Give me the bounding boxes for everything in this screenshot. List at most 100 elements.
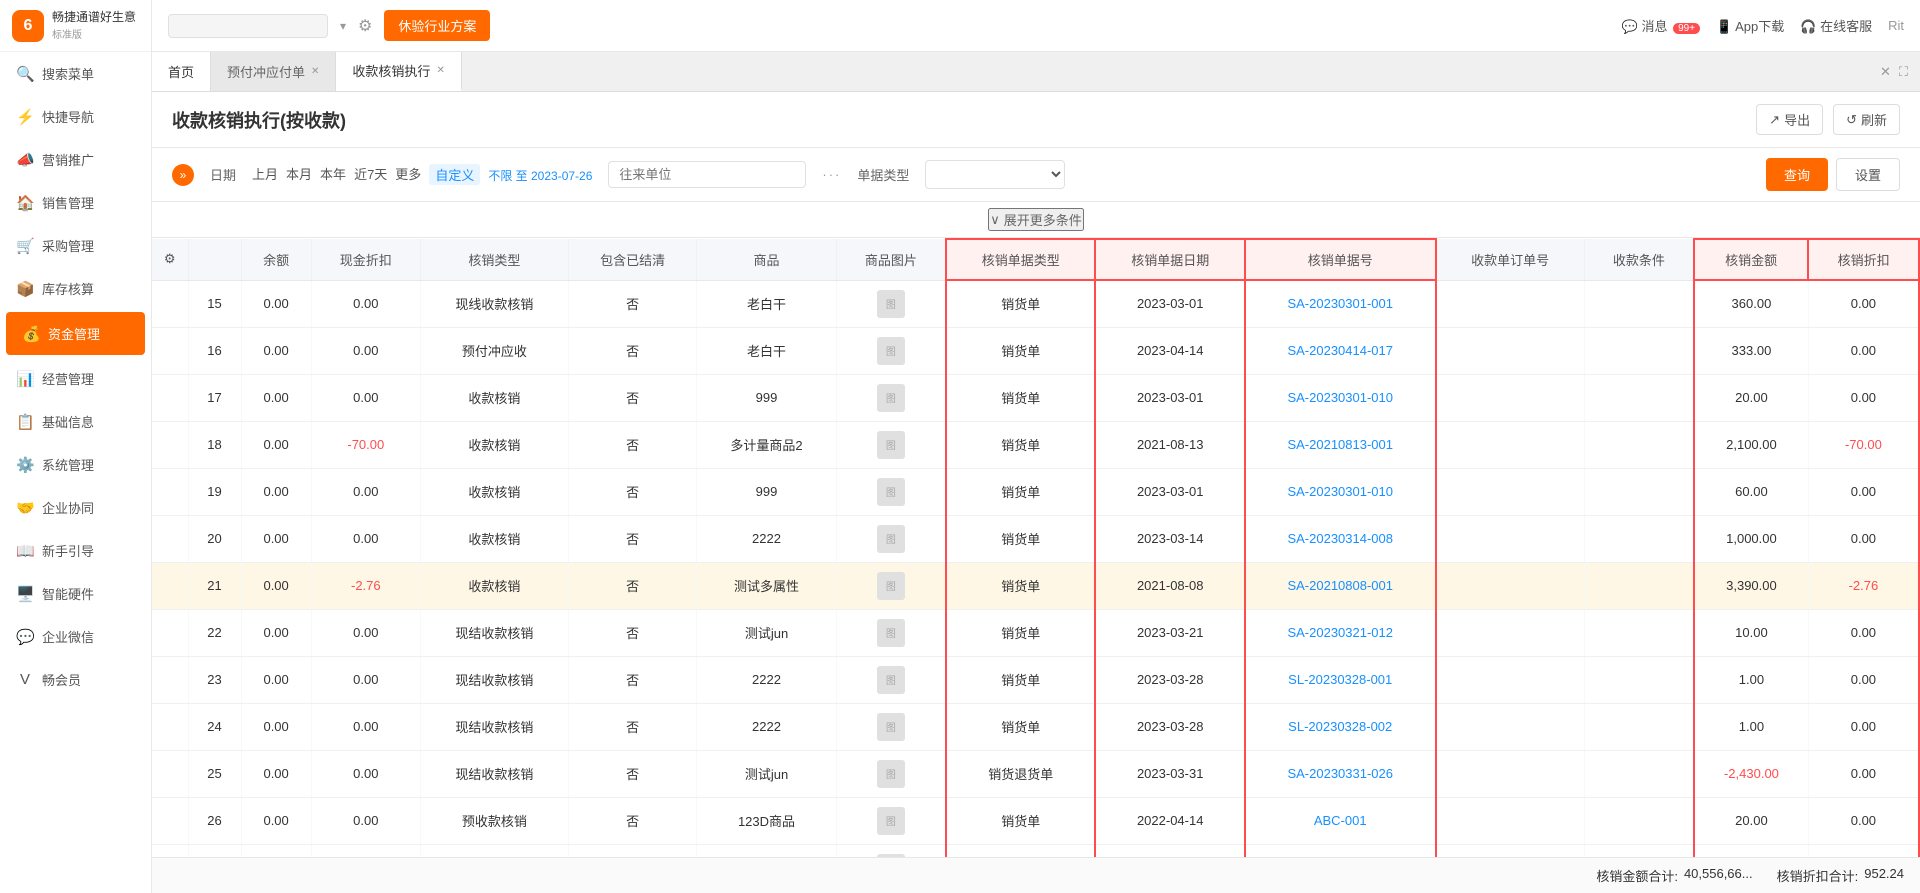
sidebar-item-finance[interactable]: 💰 资金管理 bbox=[6, 312, 145, 355]
app-download-link[interactable]: 📱 App下载 bbox=[1716, 16, 1784, 35]
settings-button[interactable]: 设置 bbox=[1836, 158, 1900, 191]
sidebar-item-label: 采购管理 bbox=[42, 236, 94, 255]
cell-rc bbox=[1584, 562, 1694, 609]
main-area: ▾ ⚙ 休验行业方案 💬 消息 99+ 📱 App下载 🎧 在线客服 Rit 首… bbox=[152, 0, 1920, 893]
col-header-verify-bill-no: 核销单据号 bbox=[1245, 239, 1436, 280]
date-more[interactable]: 更多 bbox=[395, 164, 421, 185]
cell-vbt: 销货单 bbox=[946, 703, 1095, 750]
cell-va: 360.00 bbox=[1694, 280, 1808, 327]
cell-num: 15 bbox=[188, 280, 241, 327]
sidebar-item-inventory[interactable]: 📦 库存核算 bbox=[0, 267, 151, 310]
online-service-link[interactable]: 🎧 在线客服 bbox=[1800, 16, 1872, 35]
cell-cash-discount: -2.76 bbox=[311, 562, 420, 609]
cell-balance: 0.00 bbox=[241, 656, 311, 703]
date-7days[interactable]: 近7天 bbox=[354, 164, 387, 185]
cell-cash-discount: 0.00 bbox=[311, 468, 420, 515]
tab-collection-close-icon[interactable]: ✕ bbox=[436, 65, 444, 76]
cell-vbt: 销货单 bbox=[946, 468, 1095, 515]
cell-verify-type: 收款核销 bbox=[420, 515, 568, 562]
sidebar-item-enterprise[interactable]: 🤝 企业协同 bbox=[0, 486, 151, 529]
tab-prepay[interactable]: 预付冲应付单 ✕ bbox=[211, 52, 336, 91]
col-header-cash-discount: 现金折扣 bbox=[311, 239, 420, 280]
cell-rc bbox=[1584, 280, 1694, 327]
sidebar-item-guide[interactable]: 📖 新手引导 bbox=[0, 529, 151, 572]
from-unit-input[interactable] bbox=[608, 161, 806, 188]
marketing-icon: 📣 bbox=[16, 151, 34, 169]
data-table-container[interactable]: ⚙ 余额 现金折扣 核销类型 包含已结清 商品 商品图片 核销单据类型 核销单据… bbox=[152, 238, 1920, 857]
message-link[interactable]: 💬 消息 99+ bbox=[1622, 16, 1700, 35]
cell-ron bbox=[1436, 468, 1585, 515]
cell-vbd: 2023-03-28 bbox=[1095, 656, 1244, 703]
cell-cash-discount: -70.00 bbox=[311, 421, 420, 468]
sidebar-item-quick-nav[interactable]: ⚡ 快捷导航 bbox=[0, 95, 151, 138]
cell-balance: 0.00 bbox=[241, 703, 311, 750]
cell-goods-img: 图 bbox=[836, 609, 946, 656]
filter-bar: » 日期 上月 本月 本年 近7天 更多 自定义 不限 至 2023-07-26… bbox=[152, 148, 1920, 202]
tabbar: 首页 预付冲应付单 ✕ 收款核销执行 ✕ ✕ ⛶ bbox=[152, 52, 1920, 92]
sales-icon: 🏠 bbox=[16, 194, 34, 212]
tab-collection[interactable]: 收款核销执行 ✕ bbox=[336, 52, 461, 91]
cell-rc bbox=[1584, 703, 1694, 750]
expand-more-button[interactable]: ∨ 展开更多条件 bbox=[988, 208, 1084, 231]
sidebar-item-purchase[interactable]: 🛒 采购管理 bbox=[0, 224, 151, 267]
date-last-month[interactable]: 上月 bbox=[252, 164, 278, 185]
cell-vbd: 2023-04-14 bbox=[1095, 327, 1244, 374]
date-custom[interactable]: 自定义 bbox=[429, 164, 480, 185]
cell-num: 16 bbox=[188, 327, 241, 374]
cell-cash-discount: 0.00 bbox=[311, 327, 420, 374]
expand-chevron-icon: ∨ bbox=[990, 212, 1000, 228]
export-button[interactable]: ↗ 导出 bbox=[1756, 104, 1823, 135]
gear-icon[interactable]: ⚙ bbox=[358, 16, 372, 36]
cell-rc bbox=[1584, 656, 1694, 703]
cell-vbn: ABC-001 bbox=[1245, 797, 1436, 844]
table-row: 25 0.00 0.00 现结收款核销 否 测试jun 图 销货退货单 2023… bbox=[152, 750, 1919, 797]
sidebar-item-sales[interactable]: 🏠 销售管理 bbox=[0, 181, 151, 224]
logo-icon: 6 bbox=[12, 10, 44, 42]
tab-home[interactable]: 首页 bbox=[152, 52, 211, 91]
sidebar-item-operation[interactable]: 📊 经营管理 bbox=[0, 357, 151, 400]
cell-vbn: SA-20230301-001 bbox=[1245, 280, 1436, 327]
sidebar-item-system[interactable]: ⚙️ 系统管理 bbox=[0, 443, 151, 486]
sidebar-item-search[interactable]: 🔍 搜索菜单 bbox=[0, 52, 151, 95]
cell-ron bbox=[1436, 703, 1585, 750]
sidebar-item-vip[interactable]: V 畅会员 bbox=[0, 658, 151, 701]
tab-prepay-close-icon[interactable]: ✕ bbox=[311, 66, 319, 77]
tab-collection-label: 收款核销执行 bbox=[352, 61, 430, 80]
topbar-search-input[interactable] bbox=[168, 14, 328, 38]
sidebar-item-hardware[interactable]: 🖥️ 智能硬件 bbox=[0, 572, 151, 615]
refresh-button[interactable]: ↺ 刷新 bbox=[1833, 104, 1900, 135]
purchase-icon: 🛒 bbox=[16, 237, 34, 255]
cell-ron bbox=[1436, 750, 1585, 797]
cell-rc bbox=[1584, 609, 1694, 656]
inventory-icon: 📦 bbox=[16, 280, 34, 298]
cell-cash-discount: 0.00 bbox=[311, 515, 420, 562]
cell-num: 19 bbox=[188, 468, 241, 515]
col-header-num bbox=[188, 239, 241, 280]
tab-maximize-icon[interactable]: ⛶ bbox=[1899, 64, 1908, 80]
cell-vbt: 销货单 bbox=[946, 280, 1095, 327]
bill-type-select[interactable] bbox=[925, 160, 1065, 189]
date-this-month[interactable]: 本月 bbox=[286, 164, 312, 185]
tab-close-all-icon[interactable]: ✕ bbox=[1880, 64, 1891, 80]
industry-solution-button[interactable]: 休验行业方案 bbox=[384, 10, 490, 41]
col-header-settings[interactable]: ⚙ bbox=[152, 239, 188, 280]
sidebar-item-marketing[interactable]: 📣 营销推广 bbox=[0, 138, 151, 181]
sidebar-item-base[interactable]: 📋 基础信息 bbox=[0, 400, 151, 443]
tabbar-controls: ✕ ⛶ bbox=[1880, 64, 1920, 80]
table-row: 18 0.00 -70.00 收款核销 否 多计量商品2 图 销货单 2021-… bbox=[152, 421, 1919, 468]
cell-goods: 2222 bbox=[697, 656, 836, 703]
cell-vbd: 2023-03-01 bbox=[1095, 468, 1244, 515]
cell-vd: -70.00 bbox=[1808, 421, 1919, 468]
cell-balance: 0.00 bbox=[241, 468, 311, 515]
table-row: 15 0.00 0.00 现线收款核销 否 老白干 图 销货单 2023-03-… bbox=[152, 280, 1919, 327]
table-row: 26 0.00 0.00 预收款核销 否 123D商品 图 销货单 2022-0… bbox=[152, 797, 1919, 844]
date-this-year[interactable]: 本年 bbox=[320, 164, 346, 185]
query-button[interactable]: 查询 bbox=[1766, 158, 1828, 191]
sidebar-item-wechat[interactable]: 💬 企业微信 bbox=[0, 615, 151, 658]
filter-expand-button[interactable]: » bbox=[172, 164, 194, 186]
col-header-verify-bill-type: 核销单据类型 bbox=[946, 239, 1095, 280]
cell-rc bbox=[1584, 421, 1694, 468]
cell-goods: 999 bbox=[697, 374, 836, 421]
cell-cash-discount: 0.00 bbox=[311, 609, 420, 656]
more-filters-dots[interactable]: ··· bbox=[822, 167, 841, 182]
